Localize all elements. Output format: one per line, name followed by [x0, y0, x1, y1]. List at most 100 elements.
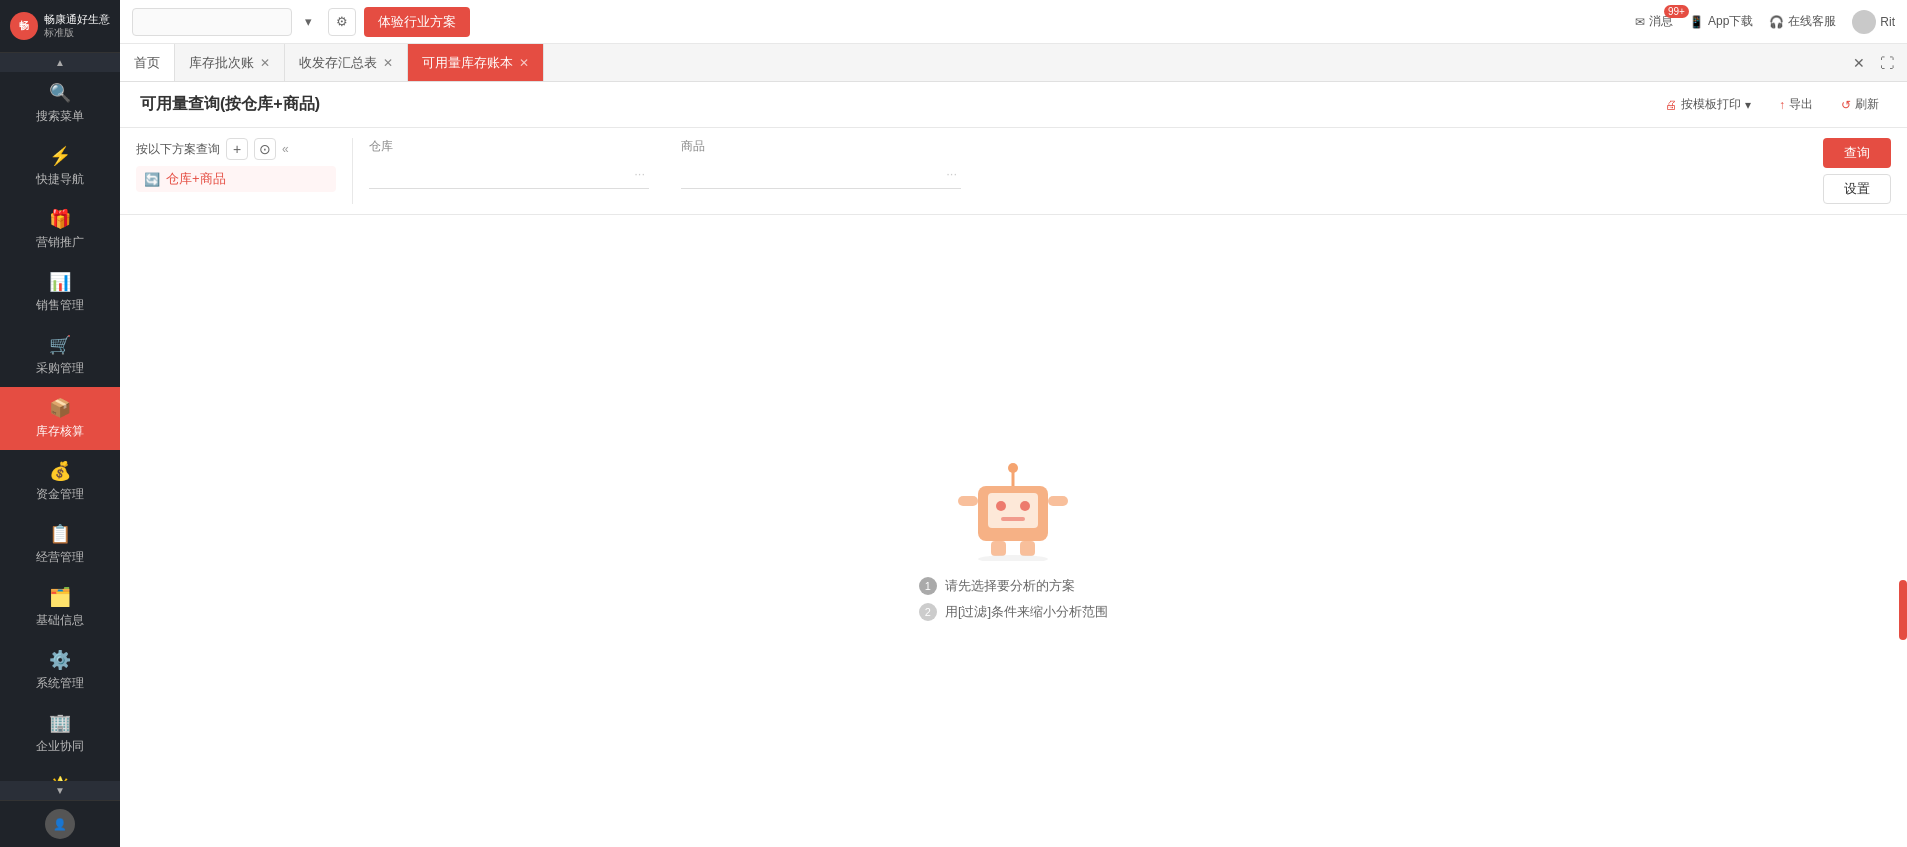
message-button[interactable]: ✉ 消息 99+ [1635, 13, 1673, 30]
sidebar-item-enterprise[interactable]: 🏢 企业协同 [0, 702, 120, 765]
inventory-icon: 📦 [49, 397, 71, 419]
filter-condition-goods: 商品 ··· [681, 138, 961, 189]
search-dropdown-button[interactable]: ▾ [296, 10, 320, 34]
tab-batchledger-label: 库存批次账 [189, 54, 254, 72]
sidebar-item-label: 经营管理 [36, 549, 84, 566]
sidebar-item-label: 营销推广 [36, 234, 84, 251]
topbar: ▾ ⚙ 体验行业方案 ✉ 消息 99+ 📱 App下载 🎧 在线客服 Rit [120, 0, 1907, 44]
tab-summary[interactable]: 收发存汇总表 ✕ [285, 44, 408, 81]
search-input[interactable] [132, 8, 292, 36]
tab-expand-button[interactable]: ⛶ [1875, 51, 1899, 75]
sidebar-item-label: 搜索菜单 [36, 108, 84, 125]
filter-scheme-text: 按以下方案查询 [136, 141, 220, 158]
gear-button[interactable]: ⚙ [328, 8, 356, 36]
tab-available-close[interactable]: ✕ [519, 56, 529, 70]
tip-text-2: 用[过滤]条件来缩小分析范围 [945, 603, 1108, 621]
tab-batchledger-close[interactable]: ✕ [260, 56, 270, 70]
online-service-button[interactable]: 🎧 在线客服 [1769, 13, 1836, 30]
tip-num-1: 1 [919, 577, 937, 595]
sales-icon: 📊 [49, 271, 71, 293]
tab-available[interactable]: 可用量库存账本 ✕ [408, 44, 544, 81]
page-header: 可用量查询(按仓库+商品) 🖨 按模板打印 ▾ ↑ 导出 ↺ 刷新 [120, 82, 1907, 128]
sidebar-item-newbie[interactable]: 🌟 新手引导 [0, 765, 120, 781]
filter-divider [352, 138, 353, 204]
sidebar-bottom: 👤 [0, 800, 120, 847]
page-title: 可用量查询(按仓库+商品) [140, 94, 320, 115]
sidebar-scroll-down[interactable]: ▼ [0, 781, 120, 800]
warehouse-label: 仓库 [369, 138, 649, 155]
content-area: 1 请先选择要分析的方案 2 用[过滤]条件来缩小分析范围 [120, 215, 1907, 847]
tab-summary-close[interactable]: ✕ [383, 56, 393, 70]
sidebar-item-basic[interactable]: 🗂️ 基础信息 [0, 576, 120, 639]
service-icon: 🎧 [1769, 15, 1784, 29]
sidebar-item-label: 基础信息 [36, 612, 84, 629]
setting-button[interactable]: 设置 [1823, 174, 1891, 204]
filter-conditions: 仓库 ··· 商品 ··· [369, 138, 1807, 189]
svg-rect-7 [958, 496, 978, 506]
tab-batchledger[interactable]: 库存批次账 ✕ [175, 44, 285, 81]
goods-input[interactable]: ··· [681, 159, 961, 189]
query-button[interactable]: 查询 [1823, 138, 1891, 168]
svg-point-3 [1020, 501, 1030, 511]
sidebar-item-label: 采购管理 [36, 360, 84, 377]
tab-summary-label: 收发存汇总表 [299, 54, 377, 72]
tabbar-actions: ✕ ⛶ [1839, 44, 1907, 81]
refresh-button[interactable]: ↺ 刷新 [1833, 92, 1887, 117]
app-icon: 📱 [1689, 15, 1704, 29]
sidebar-item-label: 快捷导航 [36, 171, 84, 188]
app-download-button[interactable]: 📱 App下载 [1689, 13, 1753, 30]
filter-condition-warehouse: 仓库 ··· [369, 138, 649, 189]
svg-point-2 [996, 501, 1006, 511]
sidebar-item-search[interactable]: 🔍 搜索菜单 [0, 72, 120, 135]
filter-setting-button[interactable]: ⊙ [254, 138, 276, 160]
empty-robot-svg [953, 441, 1073, 561]
user-name: Rit [1880, 15, 1895, 29]
print-button[interactable]: 🖨 按模板打印 ▾ [1657, 92, 1759, 117]
sidebar-item-quicknav[interactable]: ⚡ 快捷导航 [0, 135, 120, 198]
warehouse-input[interactable]: ··· [369, 159, 649, 189]
tab-home[interactable]: 首页 [120, 44, 175, 81]
user-menu-button[interactable]: Rit [1852, 10, 1895, 34]
tab-close-all-button[interactable]: ✕ [1847, 51, 1871, 75]
right-scrollbar[interactable] [1899, 580, 1907, 640]
scheme-icon: 🔄 [144, 172, 160, 187]
sidebar-item-label: 库存核算 [36, 423, 84, 440]
sidebar-scroll-up[interactable]: ▲ [0, 53, 120, 72]
svg-rect-1 [988, 493, 1038, 528]
empty-tip-2: 2 用[过滤]条件来缩小分析范围 [919, 603, 1108, 621]
sidebar-item-inventory[interactable]: 📦 库存核算 [0, 387, 120, 450]
sidebar-item-sales[interactable]: 📊 销售管理 [0, 261, 120, 324]
filter-right-actions: 查询 设置 [1823, 138, 1891, 204]
sidebar-item-label: 销售管理 [36, 297, 84, 314]
sidebar-item-system[interactable]: ⚙️ 系统管理 [0, 639, 120, 702]
sidebar: 畅 畅康通好生意 标准版 ▲ 🔍 搜索菜单 ⚡ 快捷导航 🎁 营销推广 📊 销售… [0, 0, 120, 847]
tab-home-label: 首页 [134, 54, 160, 72]
empty-tip-1: 1 请先选择要分析的方案 [919, 577, 1108, 595]
search-icon: 🔍 [49, 82, 71, 104]
filter-collapse-button[interactable]: « [282, 142, 289, 156]
tip-num-2: 2 [919, 603, 937, 621]
filter-scheme-item-warehouse-goods[interactable]: 🔄 仓库+商品 [136, 166, 336, 192]
tabbar: 首页 库存批次账 ✕ 收发存汇总表 ✕ 可用量库存账本 ✕ ✕ ⛶ [120, 44, 1907, 82]
export-icon: ↑ [1779, 98, 1785, 112]
sidebar-item-finance[interactable]: 💰 资金管理 [0, 450, 120, 513]
topbar-search-area: ▾ [132, 8, 320, 36]
goods-label: 商品 [681, 138, 961, 155]
avatar[interactable]: 👤 [45, 809, 75, 839]
marketing-icon: 🎁 [49, 208, 71, 230]
user-avatar [1852, 10, 1876, 34]
export-label: 导出 [1789, 96, 1813, 113]
industry-solution-button[interactable]: 体验行业方案 [364, 7, 470, 37]
filter-add-button[interactable]: + [226, 138, 248, 160]
enterprise-icon: 🏢 [49, 712, 71, 734]
export-button[interactable]: ↑ 导出 [1771, 92, 1821, 117]
sidebar-item-operation[interactable]: 📋 经营管理 [0, 513, 120, 576]
empty-illustration [953, 441, 1073, 561]
warehouse-more-icon: ··· [634, 166, 645, 181]
sidebar-item-purchase[interactable]: 🛒 采购管理 [0, 324, 120, 387]
svg-rect-4 [1001, 517, 1025, 521]
sidebar-item-label: 企业协同 [36, 738, 84, 755]
svg-rect-8 [1048, 496, 1068, 506]
refresh-label: 刷新 [1855, 96, 1879, 113]
sidebar-item-marketing[interactable]: 🎁 营销推广 [0, 198, 120, 261]
